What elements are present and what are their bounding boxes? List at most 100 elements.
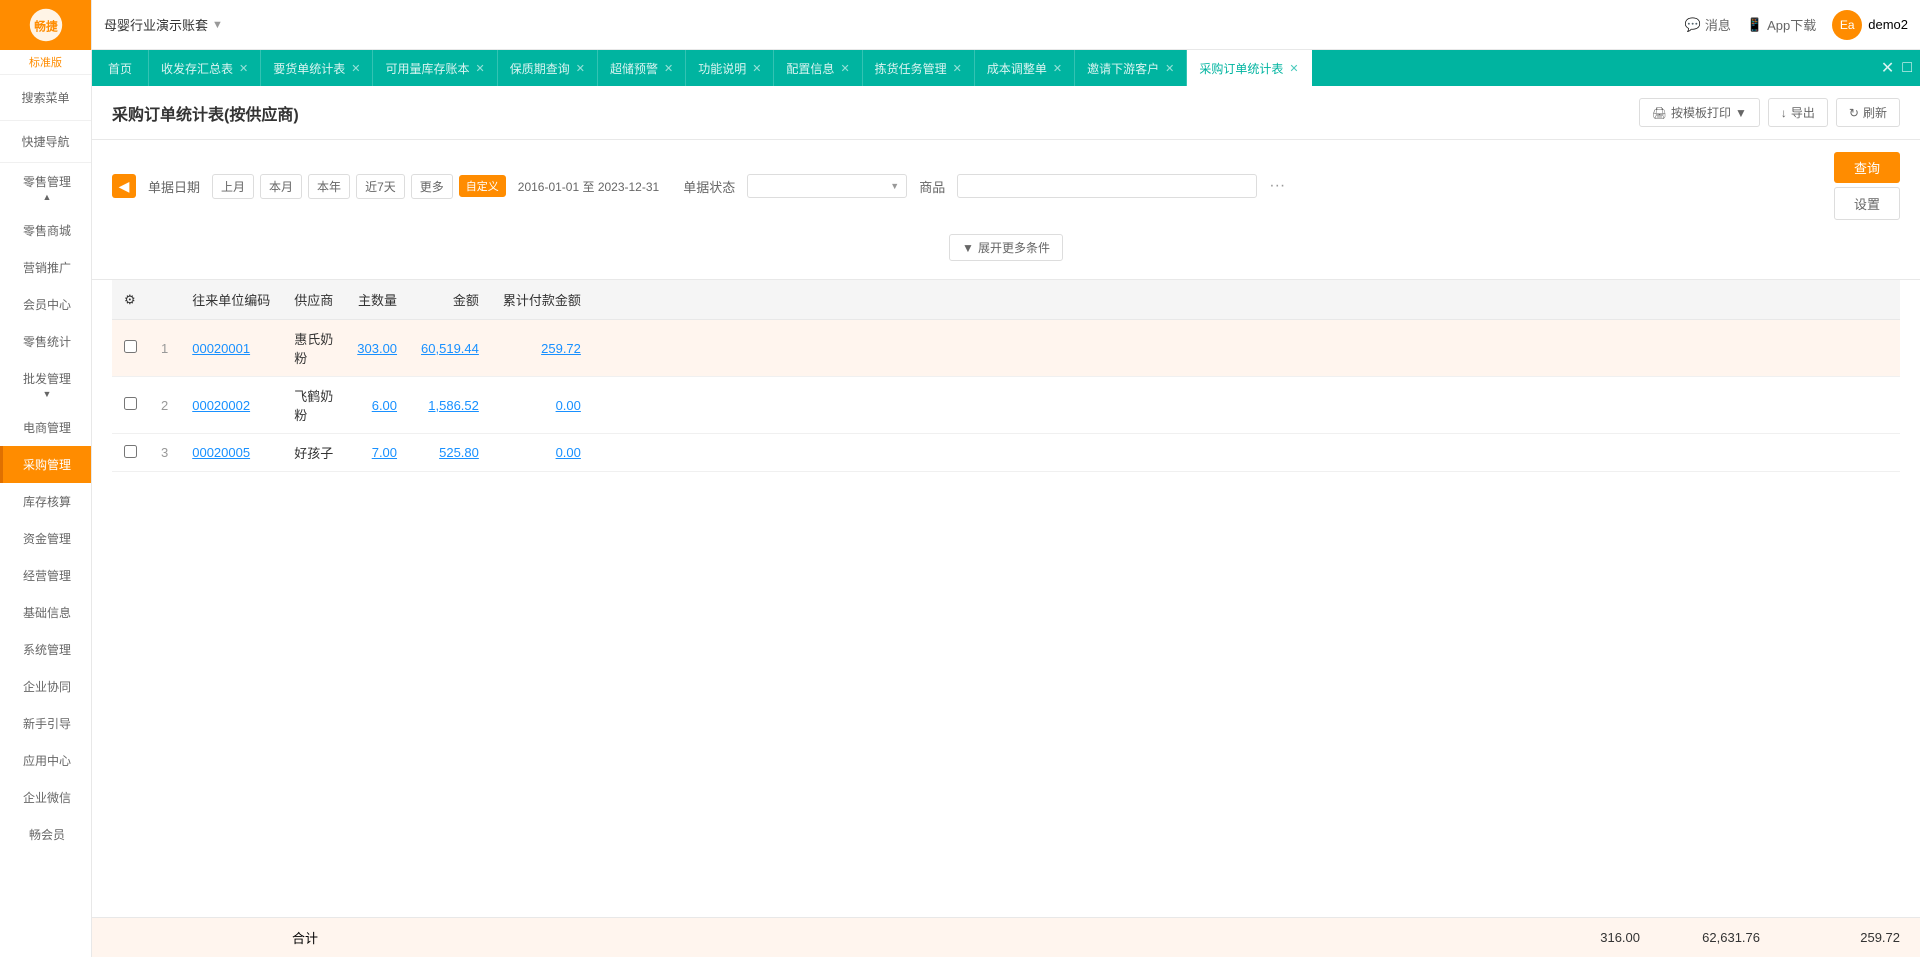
- tab-purchase-stat-close[interactable]: ✕: [1289, 62, 1298, 75]
- row1-paid[interactable]: 259.72: [491, 320, 593, 377]
- chevron-down-icon-wholesale: ▼: [43, 389, 52, 399]
- status-select[interactable]: [747, 174, 907, 198]
- sidebar-item-finance[interactable]: 资金管理: [0, 520, 91, 557]
- sidebar-item-retail-mall[interactable]: 零售商城: [0, 212, 91, 249]
- export-btn[interactable]: ↓ 导出: [1768, 98, 1828, 127]
- tabbar-close-btn[interactable]: ✕: [1881, 58, 1894, 78]
- row1-qty[interactable]: 303.00: [345, 320, 409, 377]
- page-content: 采购订单统计表(按供应商) 🖨 按模板打印 ▼ ↓ 导出 ↻ 刷新: [92, 86, 1920, 957]
- sidebar-item-corpwx[interactable]: 企业微信: [0, 779, 91, 816]
- tab-warranty-close[interactable]: ✕: [576, 62, 585, 75]
- footer-qty: 316.00: [1520, 930, 1640, 945]
- tab-demand-close[interactable]: ✕: [351, 62, 360, 75]
- tab-funcguide-close[interactable]: ✕: [752, 62, 761, 75]
- last-month-btn[interactable]: 上月: [212, 174, 254, 199]
- goods-input[interactable]: [957, 174, 1257, 198]
- sidebar-quick-nav[interactable]: 快捷导航: [4, 127, 87, 156]
- tab-cost-label: 成本调整单: [987, 60, 1047, 77]
- tab-home[interactable]: 首页: [92, 50, 149, 86]
- row1-unit-code[interactable]: 00020001: [180, 320, 282, 377]
- this-year-btn[interactable]: 本年: [308, 174, 350, 199]
- tab-funcguide[interactable]: 功能说明 ✕: [686, 50, 774, 86]
- tab-collect-close[interactable]: ✕: [239, 62, 248, 75]
- tab-demand[interactable]: 要货单统计表 ✕: [261, 50, 373, 86]
- table-area: ⚙ 往来单位编码 供应商 主数量 金额 累计付款金额 1: [92, 280, 1920, 917]
- data-table: ⚙ 往来单位编码 供应商 主数量 金额 累计付款金额 1: [112, 280, 1900, 472]
- expand-more-btn[interactable]: ▼ 展开更多条件: [949, 234, 1063, 261]
- settings-col-icon[interactable]: ⚙: [124, 292, 136, 307]
- sidebar-item-member[interactable]: 会员中心: [0, 286, 91, 323]
- footer-label: 合计: [292, 928, 392, 947]
- row1-checkbox[interactable]: [112, 320, 149, 377]
- tabbar-maximize-btn[interactable]: □: [1902, 59, 1912, 77]
- row2-checkbox[interactable]: [112, 377, 149, 434]
- sidebar-item-appcenter[interactable]: 应用中心: [0, 742, 91, 779]
- th-unit-code: 往来单位编码: [180, 280, 282, 320]
- tab-cost[interactable]: 成本调整单 ✕: [975, 50, 1075, 86]
- dropdown-arrow-icon: ▼: [212, 19, 223, 31]
- custom-date-btn[interactable]: 自定义: [459, 175, 506, 197]
- sidebar-item-purchase[interactable]: 采购管理: [0, 446, 91, 483]
- row3-unit-code[interactable]: 00020005: [180, 434, 282, 472]
- sidebar-item-newguide[interactable]: 新手引导: [0, 705, 91, 742]
- tab-available-close[interactable]: ✕: [476, 62, 485, 75]
- 7days-btn[interactable]: 近7天: [356, 174, 405, 199]
- tab-overstock-close[interactable]: ✕: [664, 62, 673, 75]
- this-month-btn[interactable]: 本月: [260, 174, 302, 199]
- row2-amount[interactable]: 1,586.52: [409, 377, 491, 434]
- arrow-left-icon: ◀: [119, 178, 130, 195]
- row1-supplier: 惠氏奶粉: [282, 320, 345, 377]
- row3-checkbox[interactable]: [112, 434, 149, 472]
- sidebar-item-basic[interactable]: 基础信息: [0, 594, 91, 631]
- query-btn[interactable]: 查询: [1834, 152, 1900, 183]
- print-btn[interactable]: 🖨 按模板打印 ▼: [1639, 98, 1760, 127]
- row2-paid[interactable]: 0.00: [491, 377, 593, 434]
- goods-more-icon[interactable]: ···: [1269, 177, 1285, 195]
- row3-amount[interactable]: 525.80: [409, 434, 491, 472]
- refresh-btn[interactable]: ↻ 刷新: [1836, 98, 1900, 127]
- row1-amount[interactable]: 60,519.44: [409, 320, 491, 377]
- settings-btn[interactable]: 设置: [1834, 187, 1900, 220]
- row3-extra: [593, 434, 1900, 472]
- user-profile[interactable]: Ea demo2: [1832, 10, 1908, 40]
- message-btn[interactable]: 💬 消息: [1685, 15, 1731, 34]
- sidebar-search-menu[interactable]: 搜索菜单: [4, 83, 87, 112]
- tab-warranty[interactable]: 保质期查询 ✕: [498, 50, 598, 86]
- sidebar-item-retail-stat[interactable]: 零售统计: [0, 323, 91, 360]
- sidebar-brand-label: 标准版: [0, 50, 91, 75]
- tab-available[interactable]: 可用量库存账本 ✕: [373, 50, 497, 86]
- tab-cost-close[interactable]: ✕: [1053, 62, 1062, 75]
- sidebar-item-enterprise[interactable]: 企业协同: [0, 668, 91, 705]
- tab-purchase-stat[interactable]: 采购订单统计表 ✕: [1187, 50, 1311, 86]
- sidebar-item-inventory[interactable]: 库存核算: [0, 483, 91, 520]
- print-dropdown-arrow[interactable]: ▼: [1735, 106, 1747, 120]
- sidebar-item-system[interactable]: 系统管理: [0, 631, 91, 668]
- sidebar-item-ecommerce[interactable]: 电商管理: [0, 409, 91, 446]
- app-download-btn[interactable]: 📱 App下载: [1747, 15, 1816, 34]
- sidebar-item-wholesale[interactable]: 批发管理 ▼: [0, 360, 91, 409]
- tab-pick-close[interactable]: ✕: [953, 62, 962, 75]
- tabbar: 首页 收发存汇总表 ✕ 要货单统计表 ✕ 可用量库存账本 ✕ 保质期查询 ✕ 超…: [92, 50, 1920, 86]
- tab-config-close[interactable]: ✕: [840, 62, 849, 75]
- tab-invite[interactable]: 邀请下游客户 ✕: [1075, 50, 1187, 86]
- sidebar-item-marketing[interactable]: 营销推广: [0, 249, 91, 286]
- row3-qty[interactable]: 7.00: [345, 434, 409, 472]
- row2-qty[interactable]: 6.00: [345, 377, 409, 434]
- filter-actions: 查询 设置: [1834, 152, 1900, 220]
- tab-overstock[interactable]: 超储预警 ✕: [598, 50, 686, 86]
- row3-paid[interactable]: 0.00: [491, 434, 593, 472]
- sidebar-item-retail[interactable]: 零售管理 ▲: [0, 163, 91, 212]
- tab-invite-close[interactable]: ✕: [1165, 62, 1174, 75]
- filter-toggle-btn[interactable]: ◀: [112, 174, 136, 198]
- tab-pick[interactable]: 拣货任务管理 ✕: [863, 50, 975, 86]
- row2-unit-code[interactable]: 00020002: [180, 377, 282, 434]
- sidebar-item-member2[interactable]: 畅会员: [0, 816, 91, 853]
- row3-num: 3: [149, 434, 180, 472]
- tab-collect-label: 收发存汇总表: [161, 60, 233, 77]
- tab-config[interactable]: 配置信息 ✕: [774, 50, 862, 86]
- more-date-btn[interactable]: 更多: [411, 174, 453, 199]
- sidebar-item-operation[interactable]: 经营管理: [0, 557, 91, 594]
- th-checkbox: ⚙: [112, 280, 149, 320]
- tab-collect[interactable]: 收发存汇总表 ✕: [149, 50, 261, 86]
- account-dropdown[interactable]: 母婴行业演示账套 ▼: [104, 15, 223, 34]
